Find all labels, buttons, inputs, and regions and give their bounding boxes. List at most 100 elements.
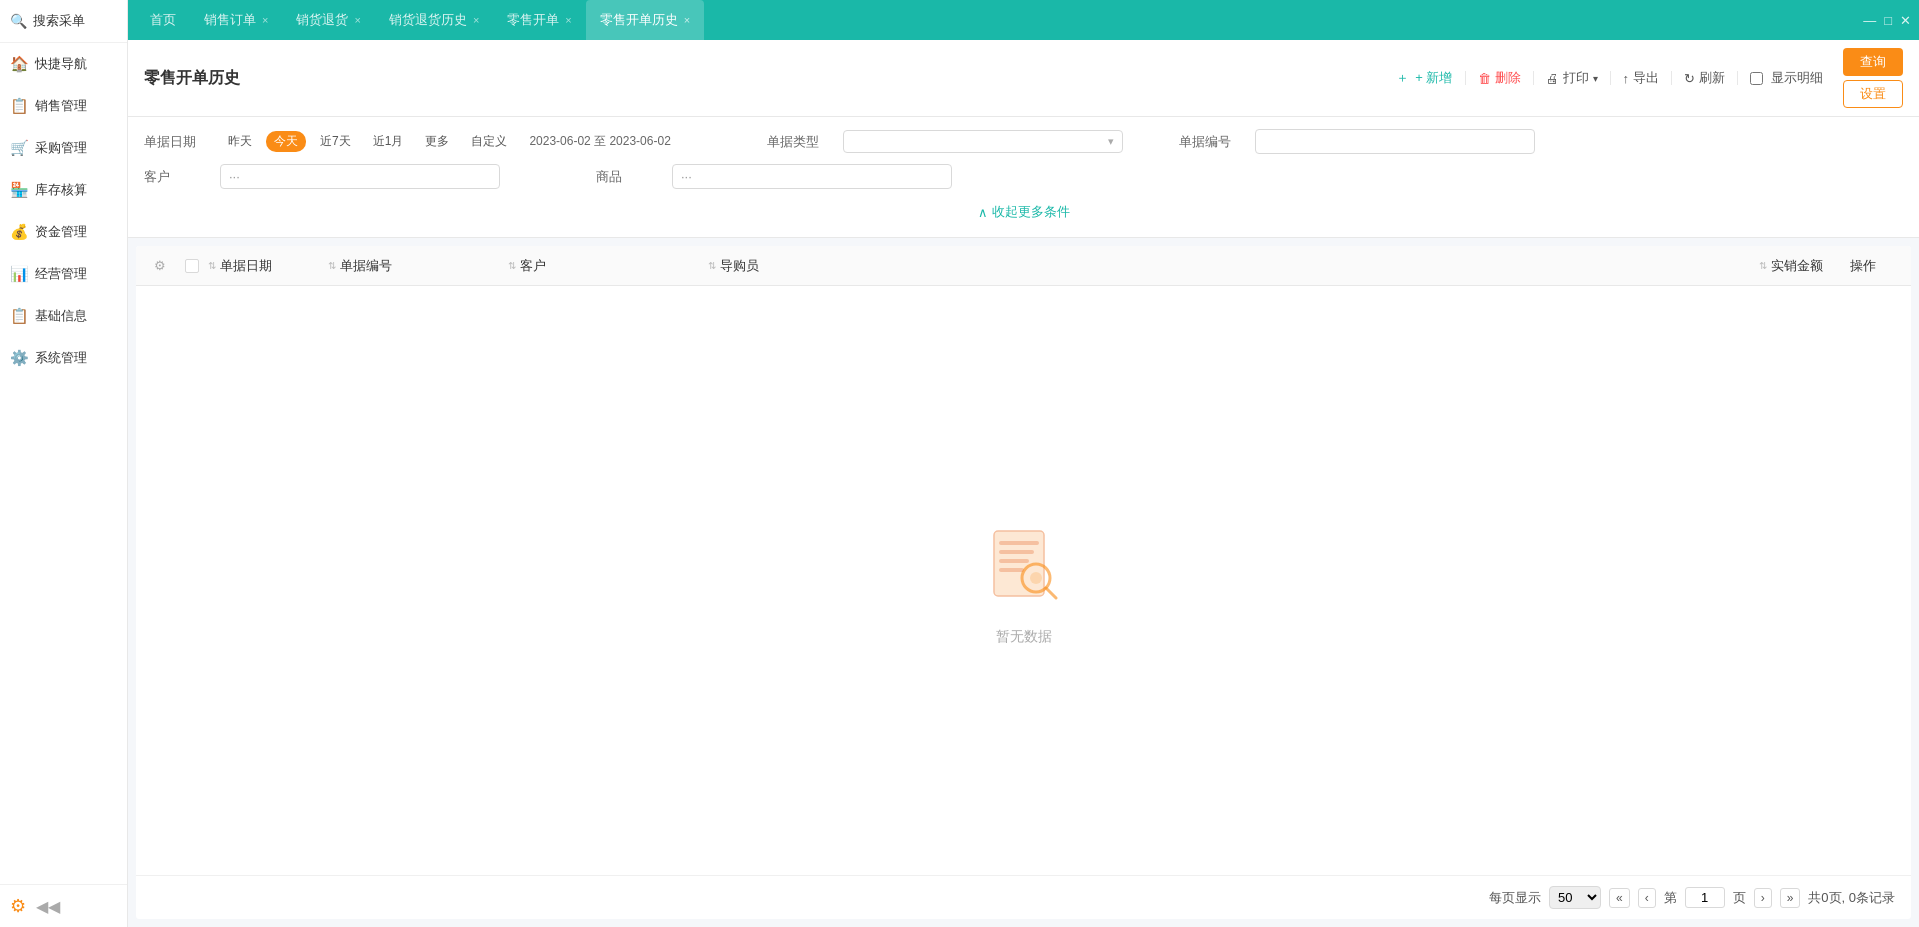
table-select-all[interactable] (176, 259, 208, 273)
th-date[interactable]: ⇅ 单据日期 (208, 257, 328, 275)
refresh-button[interactable]: ↻ 刷新 (1684, 69, 1725, 87)
sidebar-search[interactable]: 🔍 搜索采单 (0, 0, 127, 43)
date-opt-today[interactable]: 今天 (266, 131, 306, 152)
date-opt-more[interactable]: 更多 (417, 131, 457, 152)
total-info: 共0页, 0条记录 (1808, 889, 1895, 907)
query-button[interactable]: 查询 (1843, 48, 1903, 76)
page-suffix: 页 (1733, 889, 1746, 907)
date-opt-last-month[interactable]: 近1月 (365, 131, 412, 152)
goods-input[interactable]: ··· (672, 164, 952, 189)
sidebar-gear-button[interactable]: ⚙ (10, 895, 26, 917)
goods-label: 商品 (596, 168, 656, 186)
divider-1 (1465, 71, 1466, 85)
th-date-sort-icon: ⇅ (208, 260, 216, 271)
select-all-checkbox[interactable] (185, 259, 199, 273)
tab-home[interactable]: 首页 (136, 0, 190, 40)
tab-sales-order-label: 销售订单 (204, 11, 256, 29)
add-button[interactable]: ＋ + 新增 (1396, 69, 1452, 87)
th-date-label: 单据日期 (220, 257, 272, 275)
sidebar-item-purchase-mgmt[interactable]: 🛒 采购管理 (0, 127, 127, 169)
refresh-icon: ↻ (1684, 71, 1695, 86)
svg-point-7 (1030, 572, 1042, 584)
doc-type-select[interactable]: ▾ (843, 130, 1123, 153)
per-page-label: 每页显示 (1489, 889, 1541, 907)
per-page-select[interactable]: 50 10 20 100 (1549, 886, 1601, 909)
th-num-label: 单据编号 (340, 257, 392, 275)
tab-sales-order[interactable]: 销售订单 × (190, 0, 282, 40)
doc-num-input[interactable] (1255, 129, 1535, 154)
sidebar-item-basic-info[interactable]: 📋 基础信息 (0, 295, 127, 337)
th-customer[interactable]: ⇅ 客户 (508, 257, 708, 275)
sidebar: 🔍 搜索采单 🏠 快捷导航 📋 销售管理 🛒 采购管理 🏪 库存核算 💰 资金管… (0, 0, 128, 927)
tab-retail-open-hist-label: 零售开单历史 (600, 11, 678, 29)
date-opt-yesterday[interactable]: 昨天 (220, 131, 260, 152)
th-guide[interactable]: ⇅ 导购员 (708, 257, 828, 275)
divider-5 (1737, 71, 1738, 85)
sidebar-item-quick-nav[interactable]: 🏠 快捷导航 (0, 43, 127, 85)
th-amount-sort-icon: ⇅ (1759, 260, 1767, 271)
date-opt-custom[interactable]: 自定义 (463, 131, 515, 152)
tab-retail-open-hist-close[interactable]: × (684, 14, 690, 26)
tab-retail-open-hist[interactable]: 零售开单历史 × (586, 0, 704, 40)
display-detail-checkbox[interactable] (1750, 72, 1763, 85)
next-page-button[interactable]: › (1754, 888, 1772, 908)
sidebar-item-sys-mgmt[interactable]: ⚙️ 系统管理 (0, 337, 127, 379)
window-minimize-button[interactable]: — (1863, 13, 1876, 28)
tab-retail-open-close[interactable]: × (565, 14, 571, 26)
page-title: 零售开单历史 (144, 68, 240, 89)
sidebar-search-label: 搜索采单 (33, 12, 85, 30)
sidebar-item-inventory[interactable]: 🏪 库存核算 (0, 169, 127, 211)
table-settings-icon[interactable]: ⚙ (144, 258, 176, 273)
delete-button[interactable]: 🗑 删除 (1478, 69, 1521, 87)
svg-line-6 (1046, 588, 1056, 598)
sidebar-bottom: ⚙ ◀◀ (0, 884, 127, 927)
filter-area: 单据日期 昨天 今天 近7天 近1月 更多 自定义 2023-06-02 至 2… (128, 117, 1919, 238)
sidebar-item-operations-label: 经营管理 (35, 265, 87, 283)
tab-sales-return-close[interactable]: × (354, 14, 360, 26)
tab-sales-return-hist[interactable]: 销货退货历史 × (375, 0, 493, 40)
sidebar-collapse-button[interactable]: ◀◀ (36, 897, 60, 916)
th-num[interactable]: ⇅ 单据编号 (328, 257, 508, 275)
last-page-button[interactable]: » (1780, 888, 1801, 908)
print-icon: 🖨 (1546, 71, 1559, 86)
pagination: 每页显示 50 10 20 100 « ‹ 第 页 › » 共0页, 0条记录 (136, 875, 1911, 919)
divider-2 (1533, 71, 1534, 85)
customer-input[interactable]: ··· (220, 164, 500, 189)
filter-row-2: 客户 ··· 商品 ··· (144, 164, 1903, 189)
purchase-icon: 🛒 (10, 139, 29, 157)
sidebar-item-sales-mgmt[interactable]: 📋 销售管理 (0, 85, 127, 127)
print-arrow-icon: ▾ (1593, 73, 1598, 84)
prev-page-button[interactable]: ‹ (1638, 888, 1656, 908)
divider-3 (1610, 71, 1611, 85)
home-icon: 🏠 (10, 55, 29, 73)
svg-rect-2 (999, 550, 1034, 554)
page-label: 第 (1664, 889, 1677, 907)
sidebar-item-inventory-label: 库存核算 (35, 181, 87, 199)
page-number-input[interactable] (1685, 887, 1725, 908)
tab-sales-order-close[interactable]: × (262, 14, 268, 26)
print-button[interactable]: 🖨 打印 ▾ (1546, 69, 1598, 87)
collapse-icon: ∧ (978, 205, 988, 220)
basic-info-icon: 📋 (10, 307, 29, 325)
sidebar-item-operations[interactable]: 📊 经营管理 (0, 253, 127, 295)
sidebar-item-finance[interactable]: 💰 资金管理 (0, 211, 127, 253)
toolbar-actions: ＋ + 新增 🗑 删除 🖨 打印 ▾ ↑ 导出 (1396, 48, 1903, 108)
settings-button[interactable]: 设置 (1843, 80, 1903, 108)
tab-sales-return[interactable]: 销货退货 × (282, 0, 374, 40)
th-amount[interactable]: ⇅ 实销金额 (1703, 257, 1823, 275)
window-close-button[interactable]: ✕ (1900, 13, 1911, 28)
window-maximize-button[interactable]: □ (1884, 13, 1892, 28)
th-customer-sort-icon: ⇅ (508, 260, 516, 271)
tab-retail-open[interactable]: 零售开单 × (493, 0, 585, 40)
divider-4 (1671, 71, 1672, 85)
first-page-button[interactable]: « (1609, 888, 1630, 908)
th-guide-label: 导购员 (720, 257, 759, 275)
display-detail-button[interactable]: 显示明细 (1750, 69, 1823, 87)
date-opt-last7[interactable]: 近7天 (312, 131, 359, 152)
toolbar: 零售开单历史 ＋ + 新增 🗑 删除 🖨 打印 ▾ (128, 40, 1919, 117)
sidebar-item-sys-mgmt-label: 系统管理 (35, 349, 87, 367)
export-button[interactable]: ↑ 导出 (1623, 69, 1660, 87)
tab-sales-return-hist-close[interactable]: × (473, 14, 479, 26)
collapse-more-button[interactable]: ∧ 收起更多条件 (144, 199, 1903, 225)
sidebar-item-finance-label: 资金管理 (35, 223, 87, 241)
